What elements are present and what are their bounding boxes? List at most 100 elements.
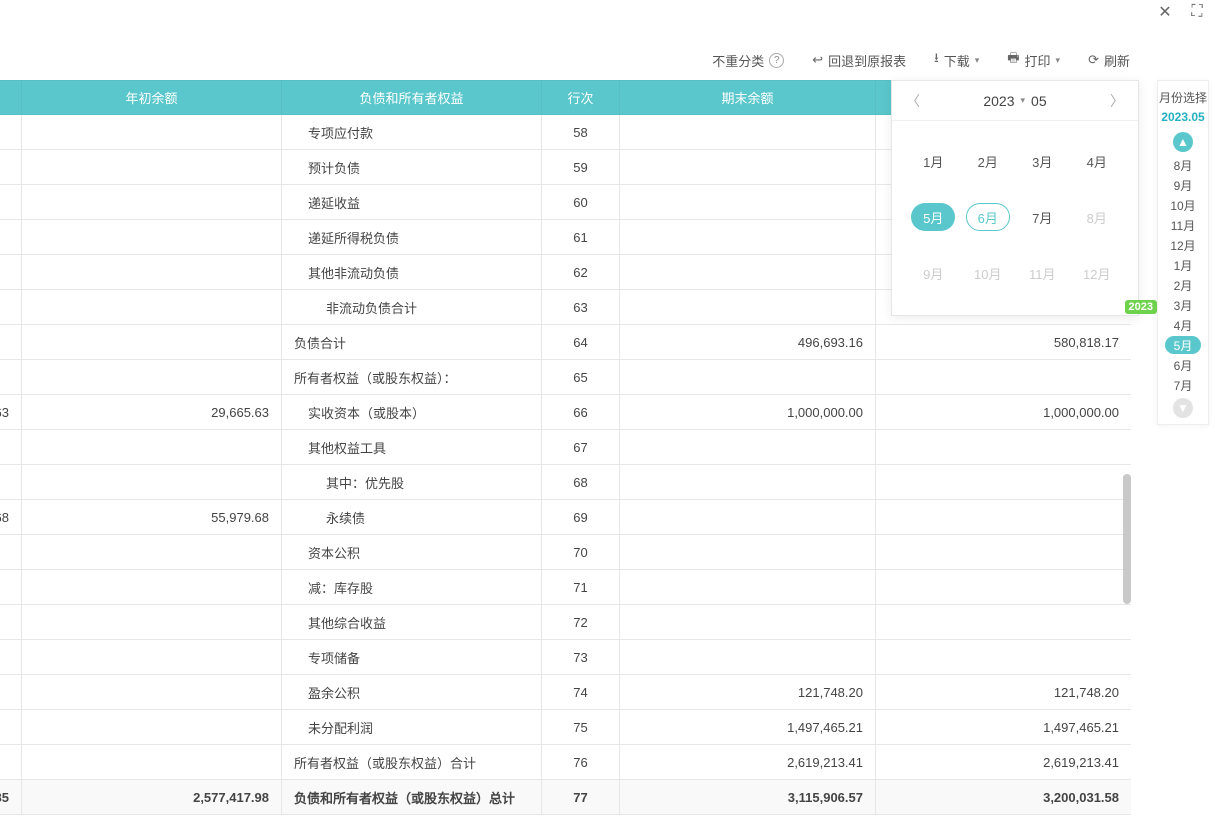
cell: [22, 745, 282, 780]
cell: 2,577,417.98: [22, 780, 282, 815]
cell: [876, 430, 1132, 465]
cell: [620, 570, 876, 605]
month-side-title: 月份选择: [1159, 89, 1207, 106]
cell: 496,693.16: [620, 325, 876, 360]
prev-year-icon[interactable]: 〈: [906, 91, 920, 111]
print-label: 打印: [1025, 51, 1051, 70]
table-row[interactable]: 所有者权益（或股东权益）：65: [0, 360, 1131, 395]
cell: [22, 115, 282, 150]
scroll-down-icon[interactable]: ▼: [1173, 398, 1193, 418]
refresh-label: 刷新: [1104, 51, 1130, 70]
table-row[interactable]: 所有者权益（或股东权益）合计762,619,213.412,619,213.41: [0, 745, 1131, 780]
cell: 121,748.20: [620, 675, 876, 710]
month-picker-popover[interactable]: 〈 2023 ▾ 05 〉 1月2月3月4月5月6月7月8月9月10月11月12…: [891, 80, 1139, 316]
cell: 专项应付款: [282, 115, 542, 150]
cell: [620, 535, 876, 570]
cell: [0, 360, 22, 395]
month-cell[interactable]: 5月: [911, 203, 955, 231]
cell: [0, 430, 22, 465]
cell: [0, 570, 22, 605]
cell: [22, 640, 282, 675]
next-year-icon[interactable]: 〉: [1110, 91, 1124, 111]
help-icon[interactable]: ?: [769, 53, 784, 68]
month-side-item[interactable]: 12月: [1165, 236, 1201, 254]
download-button[interactable]: ⭳ 下载 ▾: [934, 49, 979, 71]
cell: [22, 360, 282, 395]
cell: 58: [542, 115, 620, 150]
cell: 67: [542, 430, 620, 465]
cell: 121,748.20: [876, 675, 1132, 710]
cell: [0, 640, 22, 675]
close-icon[interactable]: ✕: [1155, 2, 1175, 22]
cell: [620, 290, 876, 325]
toolbar: 不重分类 ? ↩ 回退到原报表 ⭳ 下载 ▾ 🖶 打印 ▾ ⟳ 刷新: [0, 40, 1215, 80]
cell: 资本公积: [282, 535, 542, 570]
month-picker-title[interactable]: 2023 ▾ 05: [983, 93, 1046, 109]
month-side-item[interactable]: 5月: [1165, 336, 1201, 354]
col-c5: 期末余额: [620, 81, 876, 115]
cell: [22, 570, 282, 605]
table-row[interactable]: 其他权益工具67: [0, 430, 1131, 465]
cell: [0, 465, 22, 500]
refresh-button[interactable]: ⟳ 刷新: [1088, 51, 1130, 70]
month-cell[interactable]: 4月: [1075, 147, 1119, 175]
cell: 负债合计: [282, 325, 542, 360]
cell: 所有者权益（或股东权益）：: [282, 360, 542, 395]
month-side-item[interactable]: 7月: [1165, 376, 1201, 394]
cell: 2,619,213.41: [620, 745, 876, 780]
table-row[interactable]: 资本公积70: [0, 535, 1131, 570]
month-side-item[interactable]: 6月: [1165, 356, 1201, 374]
cell: 1,497,465.21: [620, 710, 876, 745]
col-c1: 期末余额: [0, 81, 22, 115]
month-side-item[interactable]: 3月: [1165, 296, 1201, 314]
cell: [0, 255, 22, 290]
table-row[interactable]: 其他综合收益72: [0, 605, 1131, 640]
table-row[interactable]: 55.6329,665.63实收资本（或股本）661,000,000.001,0…: [0, 395, 1131, 430]
cell: 74: [542, 675, 620, 710]
table-row[interactable]: 盈余公积74121,748.20121,748.20: [0, 675, 1131, 710]
mp-year: 2023: [983, 93, 1014, 109]
table-row[interactable]: 1.852,577,417.98负债和所有者权益（或股东权益）总计773,115…: [0, 780, 1131, 815]
month-side-item[interactable]: 2月: [1165, 276, 1201, 294]
cell: [876, 640, 1132, 675]
cell: 64: [542, 325, 620, 360]
month-side-item[interactable]: 10月: [1165, 196, 1201, 214]
table-row[interactable]: 减：库存股71: [0, 570, 1131, 605]
month-side-item[interactable]: 4月: [1165, 316, 1201, 334]
month-cell[interactable]: 7月: [1020, 203, 1064, 231]
month-cell[interactable]: 6月: [966, 203, 1010, 231]
cell: [22, 710, 282, 745]
month-cell: 10月: [966, 259, 1010, 287]
month-cell[interactable]: 3月: [1020, 147, 1064, 175]
cell: 63: [542, 290, 620, 325]
month-cell[interactable]: 1月: [911, 147, 955, 175]
table-row[interactable]: 79.6855,979.68永续债69: [0, 500, 1131, 535]
cell: [0, 675, 22, 710]
cell: 递延收益: [282, 185, 542, 220]
table-row[interactable]: 未分配利润751,497,465.211,497,465.21: [0, 710, 1131, 745]
col-c3: 负债和所有者权益: [282, 81, 542, 115]
month-cell[interactable]: 2月: [966, 147, 1010, 175]
fullscreen-icon[interactable]: ⛶: [1187, 2, 1207, 22]
cell: 减：库存股: [282, 570, 542, 605]
chevron-down-icon: ▾: [1056, 55, 1061, 66]
cell: 69: [542, 500, 620, 535]
table-row[interactable]: 其中：优先股68: [0, 465, 1131, 500]
revert-button[interactable]: ↩ 回退到原报表: [812, 51, 906, 70]
revert-icon: ↩: [812, 52, 823, 68]
no-reclass-button[interactable]: 不重分类 ?: [712, 51, 784, 70]
cell: 3,115,906.57: [620, 780, 876, 815]
month-side-item[interactable]: 9月: [1165, 176, 1201, 194]
month-side-item[interactable]: 8月: [1165, 156, 1201, 174]
scroll-up-icon[interactable]: ▲: [1173, 132, 1193, 152]
table-row[interactable]: 专项储备73: [0, 640, 1131, 675]
cell: 76: [542, 745, 620, 780]
print-button[interactable]: 🖶 打印 ▾: [1007, 49, 1060, 71]
table-row[interactable]: 负债合计64496,693.16580,818.17: [0, 325, 1131, 360]
month-side-item[interactable]: 1月: [1165, 256, 1201, 274]
month-side-item[interactable]: 11月: [1165, 216, 1201, 234]
cell: [876, 465, 1132, 500]
vertical-scrollbar[interactable]: [1123, 474, 1131, 604]
month-cell: 11月: [1020, 259, 1064, 287]
cell: [22, 675, 282, 710]
